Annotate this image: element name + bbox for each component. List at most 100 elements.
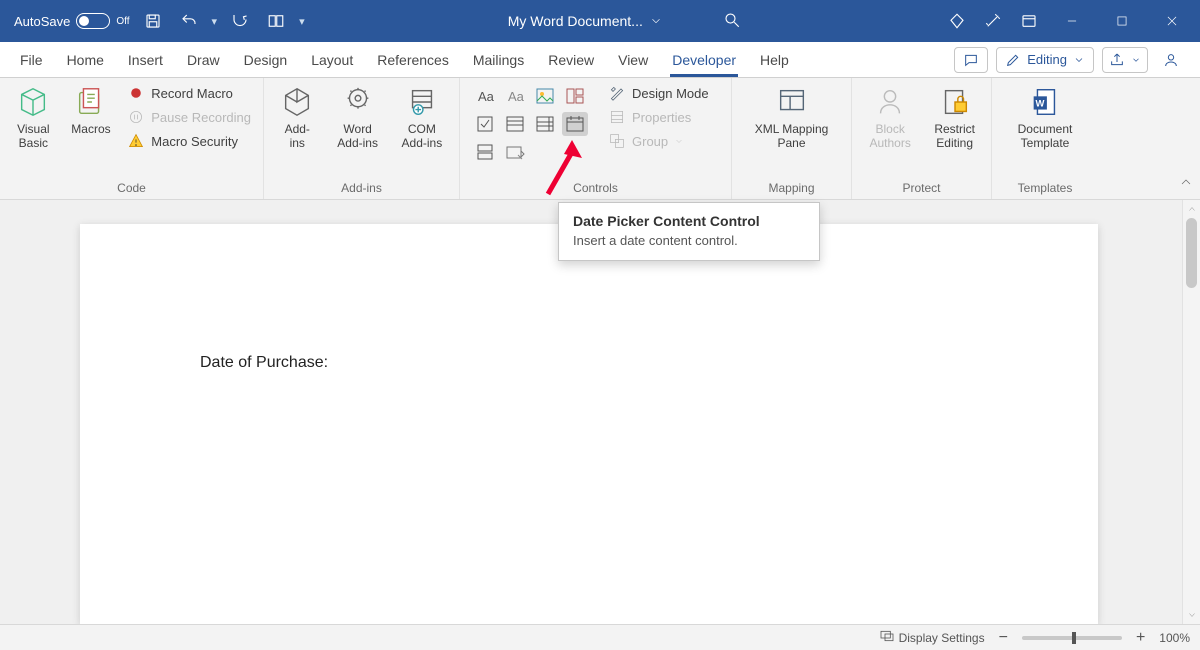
block-authors-label: Block Authors xyxy=(869,123,910,151)
collapse-ribbon-button[interactable] xyxy=(1178,174,1194,195)
xml-mapping-label: XML Mapping Pane xyxy=(755,123,829,151)
date-picker-control-button[interactable] xyxy=(562,112,588,136)
com-addins-button[interactable]: COM Add-ins xyxy=(397,84,447,151)
tooltip-body: Insert a date content control. xyxy=(573,233,805,248)
zoom-in-button[interactable]: + xyxy=(1136,629,1145,647)
autosave-toggle[interactable]: AutoSave Off xyxy=(14,13,130,29)
document-template-icon: W xyxy=(1027,84,1063,120)
building-block-control-button[interactable] xyxy=(562,84,588,108)
visual-basic-button[interactable]: Visual Basic xyxy=(12,84,55,151)
word-addins-button[interactable]: Word Add-ins xyxy=(333,84,383,151)
design-mode-button[interactable]: Design Mode xyxy=(608,84,709,102)
save-button[interactable] xyxy=(140,8,166,34)
zoom-out-button[interactable]: − xyxy=(999,629,1008,647)
redo-button[interactable] xyxy=(227,8,253,34)
tab-view[interactable]: View xyxy=(606,42,660,77)
plain-text-control-button[interactable]: Aa xyxy=(502,84,528,108)
page[interactable]: Date of Purchase: xyxy=(80,224,1098,624)
undo-button[interactable] xyxy=(176,8,202,34)
wand-icon[interactable] xyxy=(980,8,1006,34)
tab-help[interactable]: Help xyxy=(748,42,801,77)
minimize-button[interactable] xyxy=(1052,0,1092,42)
scroll-up-icon[interactable] xyxy=(1183,200,1200,218)
tab-draw[interactable]: Draw xyxy=(175,42,232,77)
close-button[interactable] xyxy=(1152,0,1192,42)
vertical-scrollbar[interactable] xyxy=(1182,200,1200,624)
tooltip-title: Date Picker Content Control xyxy=(573,213,805,229)
quick-access-button[interactable] xyxy=(263,8,289,34)
tab-references[interactable]: References xyxy=(365,42,461,77)
xml-mapping-icon xyxy=(774,84,810,120)
display-settings-button[interactable]: Display Settings xyxy=(879,628,985,647)
tab-file[interactable]: File xyxy=(8,42,55,77)
visual-basic-label: Visual Basic xyxy=(12,123,55,151)
share-button[interactable] xyxy=(1102,47,1148,73)
search-button[interactable] xyxy=(723,11,741,32)
xml-mapping-button[interactable]: XML Mapping Pane xyxy=(746,84,838,151)
dropdown-control-button[interactable] xyxy=(532,112,558,136)
repeating-section-control-button[interactable] xyxy=(472,140,498,164)
group-protect-label: Protect xyxy=(864,181,979,197)
ribbon: Visual Basic Macros Record Macro Pause R… xyxy=(0,78,1200,200)
picture-control-button[interactable] xyxy=(532,84,558,108)
block-authors-icon xyxy=(872,84,908,120)
macro-security-label: Macro Security xyxy=(151,134,238,149)
macro-security-button[interactable]: Macro Security xyxy=(127,132,251,150)
app-window-icon[interactable] xyxy=(1016,8,1042,34)
group-code-label: Code xyxy=(12,181,251,197)
autosave-label: AutoSave xyxy=(14,14,70,29)
editing-mode-button[interactable]: Editing xyxy=(996,47,1094,73)
tab-insert[interactable]: Insert xyxy=(116,42,175,77)
scroll-thumb[interactable] xyxy=(1186,218,1197,288)
macros-icon xyxy=(73,84,109,120)
scroll-track[interactable] xyxy=(1183,218,1200,606)
tab-home[interactable]: Home xyxy=(55,42,116,77)
tab-mailings[interactable]: Mailings xyxy=(461,42,536,77)
warning-icon xyxy=(127,132,145,150)
record-macro-button[interactable]: Record Macro xyxy=(127,84,251,102)
ribbon-tabs: File Home Insert Draw Design Layout Refe… xyxy=(0,42,1200,78)
tab-review[interactable]: Review xyxy=(536,42,606,77)
addins-icon xyxy=(279,84,315,120)
restrict-editing-button[interactable]: Restrict Editing xyxy=(930,84,979,151)
status-bar: Display Settings − + 100% xyxy=(0,624,1200,650)
display-settings-label: Display Settings xyxy=(899,631,985,645)
svg-text:Aa: Aa xyxy=(478,89,495,104)
toggle-off-icon xyxy=(76,13,110,29)
autosave-state: Off xyxy=(116,16,129,27)
legacy-tools-button[interactable] xyxy=(502,140,528,164)
comments-button[interactable] xyxy=(954,47,988,73)
word-addins-label: Word Add-ins xyxy=(337,123,378,151)
group-code: Visual Basic Macros Record Macro Pause R… xyxy=(0,78,264,199)
document-template-button[interactable]: W Document Template xyxy=(1007,84,1083,151)
checkbox-control-button[interactable] xyxy=(472,112,498,136)
document-title-dropdown[interactable]: My Word Document... xyxy=(508,13,663,29)
svg-text:Aa: Aa xyxy=(508,89,525,104)
scroll-down-icon[interactable] xyxy=(1183,606,1200,624)
tab-developer[interactable]: Developer xyxy=(660,42,748,77)
rich-text-control-button[interactable]: Aa xyxy=(472,84,498,108)
group-protect: Block Authors Restrict Editing Protect xyxy=(852,78,992,199)
diamond-icon[interactable] xyxy=(944,8,970,34)
design-mode-label: Design Mode xyxy=(632,86,709,101)
addins-button[interactable]: Add- ins xyxy=(276,84,319,151)
pause-recording-label: Pause Recording xyxy=(151,110,251,125)
word-addins-icon xyxy=(340,84,376,120)
document-title: My Word Document... xyxy=(508,13,643,29)
tab-layout[interactable]: Layout xyxy=(299,42,365,77)
group-templates: W Document Template Templates xyxy=(992,78,1098,199)
group-templates-label: Templates xyxy=(1004,181,1086,197)
tab-design[interactable]: Design xyxy=(232,42,300,77)
group-addins: Add- ins Word Add-ins COM Add-ins Add-in… xyxy=(264,78,460,199)
profile-button[interactable] xyxy=(1156,47,1186,73)
macros-button[interactable]: Macros xyxy=(69,84,114,137)
zoom-level[interactable]: 100% xyxy=(1159,631,1190,645)
addins-label: Add- ins xyxy=(285,123,310,151)
group-mapping-label: Mapping xyxy=(744,181,839,197)
combobox-control-button[interactable] xyxy=(502,112,528,136)
zoom-slider[interactable] xyxy=(1022,636,1122,640)
display-settings-icon xyxy=(879,628,895,647)
editing-label: Editing xyxy=(1027,52,1067,67)
maximize-button[interactable] xyxy=(1102,0,1142,42)
pause-icon xyxy=(127,108,145,126)
